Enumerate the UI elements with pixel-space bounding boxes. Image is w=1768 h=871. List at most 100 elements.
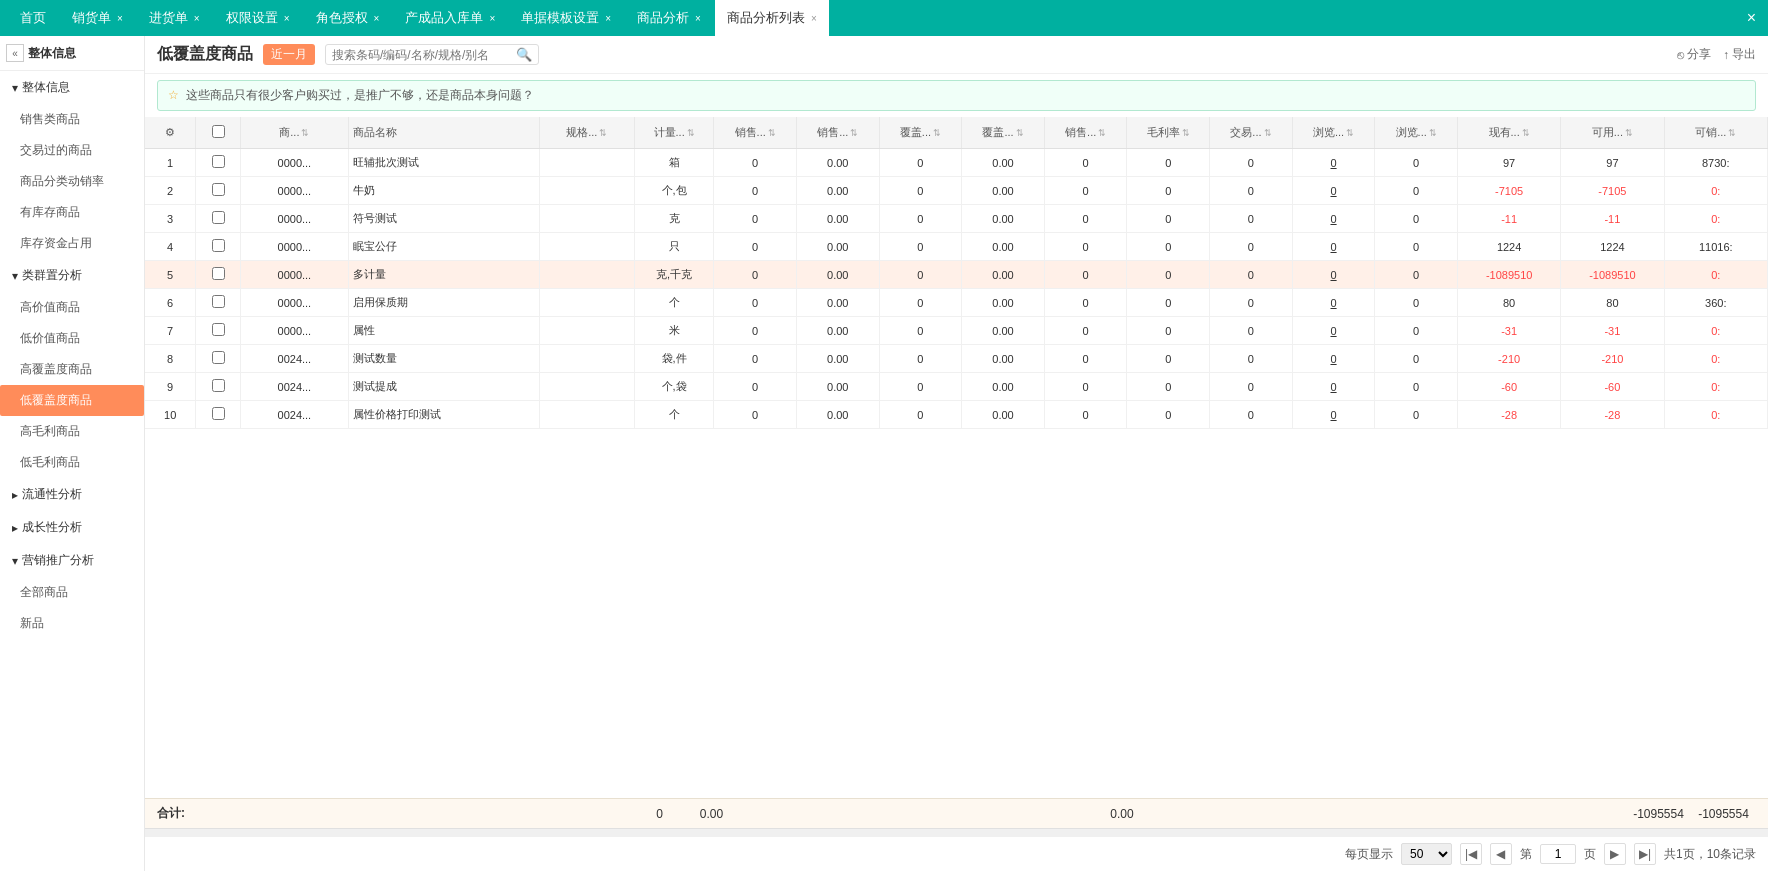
th-browse1[interactable]: 浏览...⇅ (1292, 117, 1375, 149)
cell-check[interactable] (196, 289, 240, 317)
browse-link[interactable]: 0 (1330, 157, 1336, 169)
th-cover2[interactable]: 覆盖...⇅ (962, 117, 1045, 149)
cell-check[interactable] (196, 345, 240, 373)
cell-browse1[interactable]: 0 (1292, 345, 1375, 373)
tab-template-settings[interactable]: 单据模板设置 × (509, 0, 623, 36)
cell-browse1[interactable]: 0 (1292, 289, 1375, 317)
sidebar-item-sales-goods[interactable]: 销售类商品 (0, 104, 144, 135)
browse-link[interactable]: 0 (1330, 381, 1336, 393)
page-size-select[interactable]: 50 20 100 200 (1401, 843, 1452, 865)
tab-home[interactable]: 首页 (8, 0, 58, 36)
tab-permissions[interactable]: 权限设置 × (214, 0, 302, 36)
browse-link[interactable]: 0 (1330, 325, 1336, 337)
search-input[interactable] (332, 48, 512, 62)
sidebar-item-stocked-goods[interactable]: 有库存商品 (0, 197, 144, 228)
row-checkbox[interactable] (212, 211, 225, 224)
cell-browse1[interactable]: 0 (1292, 373, 1375, 401)
tab-role-auth[interactable]: 角色授权 × (304, 0, 392, 36)
close-all-tabs-icon[interactable]: × (1747, 9, 1756, 27)
row-checkbox[interactable] (212, 379, 225, 392)
page-number-input[interactable] (1540, 844, 1576, 864)
row-checkbox[interactable] (212, 239, 225, 252)
period-button[interactable]: 近一月 (263, 44, 315, 65)
browse-link[interactable]: 0 (1330, 297, 1336, 309)
tab-sales-order[interactable]: 销货单 × (60, 0, 135, 36)
share-button[interactable]: ⎋ 分享 (1677, 46, 1711, 63)
cell-browse1[interactable]: 0 (1292, 205, 1375, 233)
sidebar-section-liquidity[interactable]: ▸ 流通性分析 (0, 478, 144, 511)
browse-link[interactable]: 0 (1330, 185, 1336, 197)
horizontal-scrollbar[interactable] (145, 828, 1768, 836)
row-checkbox[interactable] (212, 155, 225, 168)
browse-link[interactable]: 0 (1330, 213, 1336, 225)
th-avail[interactable]: 可用...⇅ (1561, 117, 1664, 149)
cell-check[interactable] (196, 261, 240, 289)
gear-icon[interactable]: ⚙ (165, 126, 175, 138)
close-tab-template-settings[interactable]: × (605, 13, 611, 24)
th-gross[interactable]: 毛利率⇅ (1127, 117, 1210, 149)
cell-check[interactable] (196, 317, 240, 345)
browse-link[interactable]: 0 (1330, 241, 1336, 253)
cell-check[interactable] (196, 149, 240, 177)
browse-link[interactable]: 0 (1330, 269, 1336, 281)
table-container[interactable]: ⚙ 商...⇅ 商品名称 规格...⇅ 计量...⇅ (145, 117, 1768, 798)
page-last-btn[interactable]: ▶| (1634, 843, 1656, 865)
sidebar-collapse-btn[interactable]: « (6, 44, 24, 62)
row-checkbox[interactable] (212, 351, 225, 364)
sidebar-item-low-margin[interactable]: 低毛利商品 (0, 447, 144, 478)
close-tab-role-auth[interactable]: × (374, 13, 380, 24)
select-all-checkbox[interactable] (212, 125, 225, 138)
cell-browse1[interactable]: 0 (1292, 261, 1375, 289)
cell-check[interactable] (196, 233, 240, 261)
row-checkbox[interactable] (212, 295, 225, 308)
page-next-btn[interactable]: ▶ (1604, 843, 1626, 865)
sidebar-section-growth[interactable]: ▸ 成长性分析 (0, 511, 144, 544)
sidebar-item-low-coverage[interactable]: 低覆盖度商品 (0, 385, 144, 416)
th-sales3[interactable]: 销售...⇅ (1044, 117, 1127, 149)
th-curr[interactable]: 现有...⇅ (1457, 117, 1560, 149)
th-sales1[interactable]: 销售...⇅ (714, 117, 797, 149)
close-tab-finished-goods[interactable]: × (489, 13, 495, 24)
sidebar-item-high-coverage[interactable]: 高覆盖度商品 (0, 354, 144, 385)
th-code[interactable]: 商...⇅ (240, 117, 348, 149)
sidebar-item-high-value[interactable]: 高价值商品 (0, 292, 144, 323)
row-checkbox[interactable] (212, 267, 225, 280)
close-tab-permissions[interactable]: × (284, 13, 290, 24)
th-spec[interactable]: 规格...⇅ (539, 117, 634, 149)
close-tab-product-analysis-list[interactable]: × (811, 13, 817, 24)
cell-check[interactable] (196, 205, 240, 233)
th-browse2[interactable]: 浏览...⇅ (1375, 117, 1458, 149)
cell-browse1[interactable]: 0 (1292, 177, 1375, 205)
tab-purchase-order[interactable]: 进货单 × (137, 0, 212, 36)
sidebar-item-category-rate[interactable]: 商品分类动销率 (0, 166, 144, 197)
row-checkbox[interactable] (212, 407, 225, 420)
cell-check[interactable] (196, 373, 240, 401)
sidebar-section-overall[interactable]: ▾ 整体信息 (0, 71, 144, 104)
close-tab-product-analysis[interactable]: × (695, 13, 701, 24)
sidebar-section-group-analysis[interactable]: ▾ 类群置分析 (0, 259, 144, 292)
th-sales2[interactable]: 销售...⇅ (796, 117, 879, 149)
tab-product-analysis[interactable]: 商品分析 × (625, 0, 713, 36)
cell-check[interactable] (196, 401, 240, 429)
th-settings[interactable]: ⚙ (145, 117, 196, 149)
sidebar-item-low-value[interactable]: 低价值商品 (0, 323, 144, 354)
close-tab-sales-order[interactable]: × (117, 13, 123, 24)
page-first-btn[interactable]: |◀ (1460, 843, 1482, 865)
sidebar-item-all-goods[interactable]: 全部商品 (0, 577, 144, 608)
sidebar-item-inventory-capital[interactable]: 库存资金占用 (0, 228, 144, 259)
close-tab-purchase-order[interactable]: × (194, 13, 200, 24)
browse-link[interactable]: 0 (1330, 353, 1336, 365)
cell-browse1[interactable]: 0 (1292, 149, 1375, 177)
sidebar-item-traded-goods[interactable]: 交易过的商品 (0, 135, 144, 166)
page-prev-btn[interactable]: ◀ (1490, 843, 1512, 865)
th-sellable[interactable]: 可销...⇅ (1664, 117, 1767, 149)
th-trade[interactable]: 交易...⇅ (1210, 117, 1293, 149)
cell-browse1[interactable]: 0 (1292, 317, 1375, 345)
cell-browse1[interactable]: 0 (1292, 401, 1375, 429)
browse-link[interactable]: 0 (1330, 409, 1336, 421)
cell-browse1[interactable]: 0 (1292, 233, 1375, 261)
export-button[interactable]: ↑ 导出 (1723, 46, 1756, 63)
tab-finished-goods[interactable]: 产成品入库单 × (393, 0, 507, 36)
sidebar-section-marketing[interactable]: ▾ 营销推广分析 (0, 544, 144, 577)
sidebar-item-high-margin[interactable]: 高毛利商品 (0, 416, 144, 447)
